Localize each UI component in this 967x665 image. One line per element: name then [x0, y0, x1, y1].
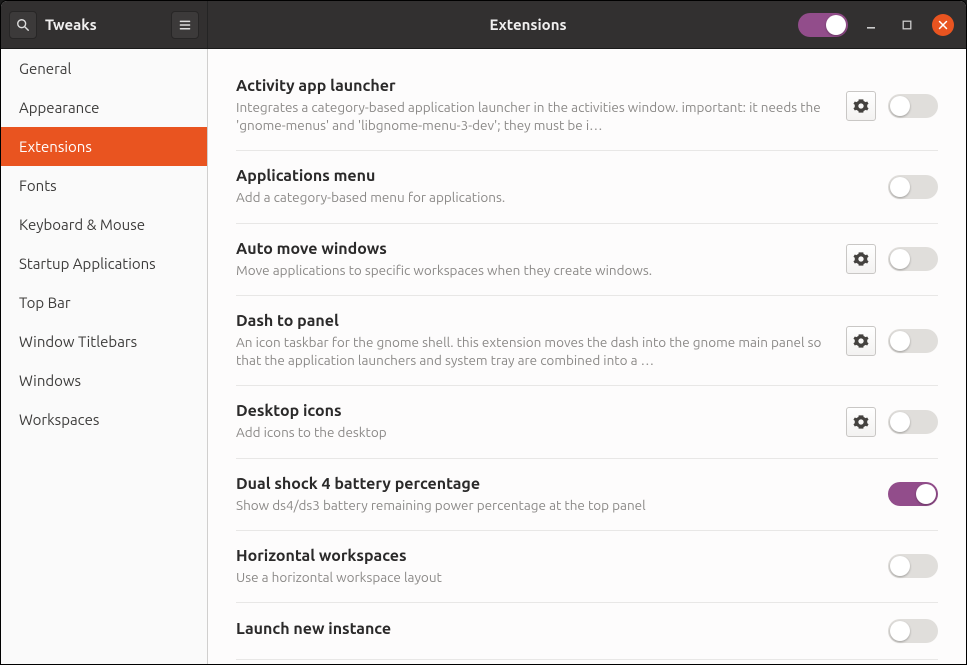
extension-description: Add a category-based menu for applicatio… [236, 188, 876, 206]
extension-toggle[interactable] [888, 482, 938, 506]
sidebar-item-label: Appearance [19, 99, 99, 116]
extension-toggle[interactable] [888, 619, 938, 643]
minimize-icon [866, 20, 876, 30]
extension-title: Auto move windows [236, 240, 834, 258]
extension-text: Auto move windows Move applications to sp… [236, 240, 834, 279]
extension-text: Dash to panel An icon taskbar for the gno… [236, 312, 834, 369]
sidebar-item-fonts[interactable]: Fonts [1, 166, 207, 205]
extension-title: Activity app launcher [236, 77, 834, 95]
extension-toggle[interactable] [888, 175, 938, 199]
extension-toggle[interactable] [888, 247, 938, 271]
extension-description: Use a horizontal workspace layout [236, 568, 876, 586]
sidebar-item-label: Fonts [19, 177, 57, 194]
extension-row-auto-move-windows: Auto move windows Move applications to sp… [236, 224, 938, 296]
sidebar-item-label: Keyboard & Mouse [19, 216, 145, 233]
extensions-master-switch[interactable] [798, 13, 848, 37]
extension-text: Activity app launcher Integrates a catego… [236, 77, 834, 134]
sidebar-item-top-bar[interactable]: Top Bar [1, 283, 207, 322]
sidebar-item-workspaces[interactable]: Workspaces [1, 400, 207, 439]
sidebar: General Appearance Extensions Fonts Keyboard… [1, 49, 208, 664]
extension-title: Dual shock 4 battery percentage [236, 475, 876, 493]
extension-title: Launch new instance [236, 620, 876, 638]
extension-row-applications-menu: Applications menu Add a category-based me… [236, 151, 938, 223]
close-button[interactable] [932, 14, 954, 36]
hamburger-icon [178, 18, 192, 32]
minimize-button[interactable] [860, 14, 882, 36]
sidebar-item-label: Window Titlebars [19, 333, 137, 350]
extensions-master-switch-wrap [798, 13, 848, 37]
gear-icon [853, 333, 869, 349]
extension-description: Show ds4/ds3 battery remaining power per… [236, 496, 876, 514]
sidebar-item-window-titlebars[interactable]: Window Titlebars [1, 322, 207, 361]
extension-text: Launch new instance [236, 620, 876, 641]
extension-toggle[interactable] [888, 94, 938, 118]
maximize-icon [902, 20, 912, 30]
extension-settings-button[interactable] [846, 91, 876, 121]
extension-text: Desktop icons Add icons to the desktop [236, 402, 834, 441]
page-title: Extensions [489, 16, 566, 33]
extension-row-dash-to-panel: Dash to panel An icon taskbar for the gno… [236, 296, 938, 386]
extension-description: Add icons to the desktop [236, 423, 834, 441]
search-button[interactable] [9, 11, 37, 39]
sidebar-item-label: Startup Applications [19, 255, 156, 272]
sidebar-item-label: Windows [19, 372, 81, 389]
extension-settings-button[interactable] [846, 244, 876, 274]
extension-text: Dual shock 4 battery percentage Show ds4/… [236, 475, 876, 514]
extension-text: Horizontal workspaces Use a horizontal wo… [236, 547, 876, 586]
titlebar-left: Tweaks [1, 1, 208, 48]
sidebar-item-windows[interactable]: Windows [1, 361, 207, 400]
titlebar-center: Extensions [208, 1, 848, 48]
extension-settings-button[interactable] [846, 407, 876, 437]
gear-icon [853, 98, 869, 114]
window-controls [848, 1, 966, 48]
sidebar-item-label: Workspaces [19, 411, 99, 428]
maximize-button[interactable] [896, 14, 918, 36]
extension-description: Integrates a category-based application … [236, 98, 834, 134]
search-icon [16, 18, 30, 32]
content: Activity app launcher Integrates a catego… [208, 49, 966, 664]
body: General Appearance Extensions Fonts Keyboard… [1, 49, 966, 664]
app-window: Tweaks Extensions [0, 0, 967, 665]
extension-row-dual-shock-4-battery-percentage: Dual shock 4 battery percentage Show ds4/… [236, 459, 938, 531]
sidebar-item-label: Top Bar [19, 294, 71, 311]
sidebar-item-extensions[interactable]: Extensions [1, 127, 207, 166]
sidebar-item-label: General [19, 60, 71, 77]
sidebar-item-keyboard-mouse[interactable]: Keyboard & Mouse [1, 205, 207, 244]
extensions-list: Activity app launcher Integrates a catego… [208, 49, 966, 660]
extension-title: Horizontal workspaces [236, 547, 876, 565]
extension-title: Dash to panel [236, 312, 834, 330]
sidebar-item-label: Extensions [19, 138, 92, 155]
extension-toggle[interactable] [888, 410, 938, 434]
close-icon [938, 20, 948, 30]
app-menu-button[interactable] [171, 11, 199, 39]
extension-description: Move applications to specific workspaces… [236, 261, 834, 279]
extension-toggle[interactable] [888, 329, 938, 353]
extension-settings-button[interactable] [846, 326, 876, 356]
extension-row-horizontal-workspaces: Horizontal workspaces Use a horizontal wo… [236, 531, 938, 603]
extension-description: An icon taskbar for the gnome shell. thi… [236, 333, 834, 369]
app-title: Tweaks [45, 16, 97, 33]
extension-row-desktop-icons: Desktop icons Add icons to the desktop [236, 386, 938, 458]
extension-title: Desktop icons [236, 402, 834, 420]
sidebar-item-general[interactable]: General [1, 49, 207, 88]
extension-toggle[interactable] [888, 554, 938, 578]
extension-title: Applications menu [236, 167, 876, 185]
gear-icon [853, 414, 869, 430]
extension-text: Applications menu Add a category-based me… [236, 167, 876, 206]
sidebar-item-appearance[interactable]: Appearance [1, 88, 207, 127]
extension-row-launch-new-instance: Launch new instance [236, 603, 938, 660]
titlebar: Tweaks Extensions [1, 1, 966, 49]
gear-icon [853, 251, 869, 267]
sidebar-item-startup-applications[interactable]: Startup Applications [1, 244, 207, 283]
extension-row-activity-app-launcher: Activity app launcher Integrates a catego… [236, 65, 938, 151]
